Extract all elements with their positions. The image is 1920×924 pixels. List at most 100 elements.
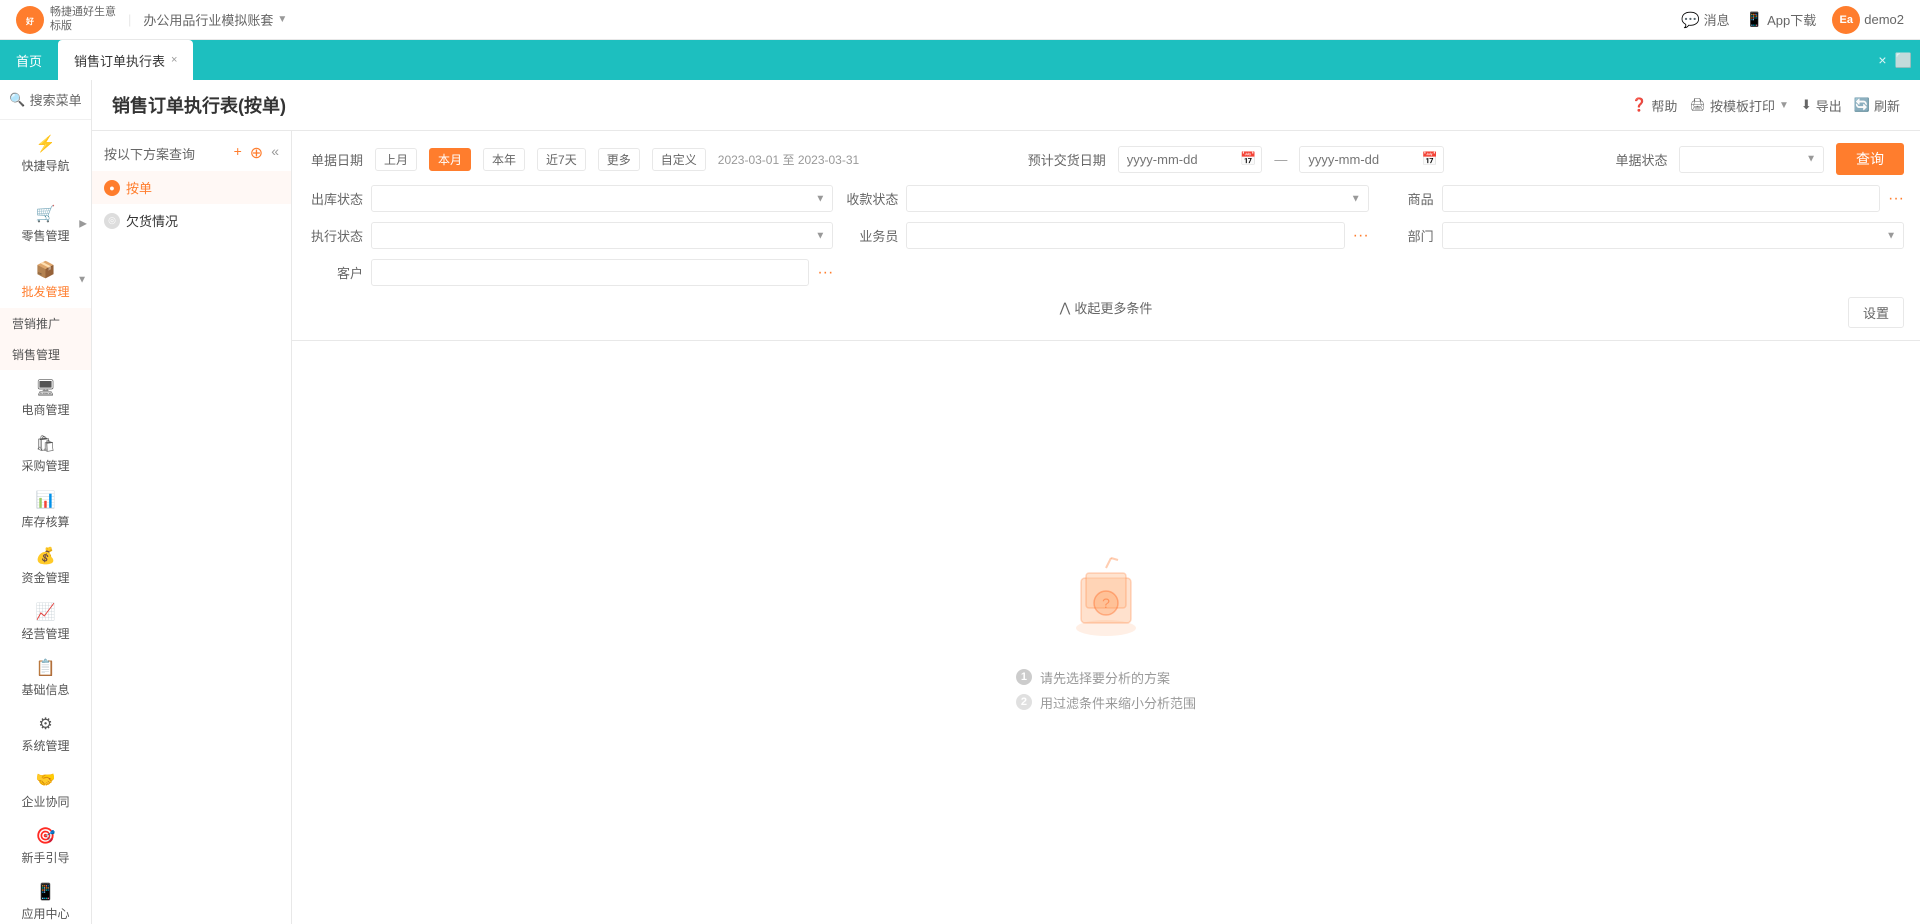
date-prev-month-button[interactable]: 上月 [375,148,417,171]
collapse-up-icon: ⋀ [1060,300,1071,316]
sidebar-item-basic[interactable]: 📋 基础信息 [0,650,91,706]
filter-dept: 部门 ▼ [1379,222,1904,249]
sidebar-item-newguide[interactable]: 🎯 新手引导 [0,818,91,874]
top-bar: 好 畅捷通好生意 标版 | 办公用品行业模拟账套 ▼ 💬 消息 📱 App下载 … [0,0,1920,40]
order-status-select[interactable] [1679,146,1824,173]
print-button[interactable]: 🖨 按模板打印 ▼ [1689,96,1788,115]
app-download-button[interactable]: 📱 App下载 [1746,10,1817,29]
filter-area: 单据日期 上月 本月 本年 近7天 更多 自定义 2023-03-01 至 20… [292,131,1920,341]
sidebar-item-quicknav[interactable]: ⚡ 快捷导航 [0,126,91,182]
order-status-wrapper: ▼ [1679,146,1824,173]
salesperson-more-button[interactable]: ··· [1353,227,1369,245]
collection-status-wrapper: ▼ [906,185,1368,212]
finance-icon: 💰 [36,546,56,566]
customer-more-button[interactable]: ··· [817,264,833,282]
date-7days-button[interactable]: 近7天 [537,148,586,171]
dept-wrapper: ▼ [1442,222,1904,249]
scheme-order-icon: ● [104,180,120,196]
sidebar-sub-wholesale: 营销推广 销售管理 [0,308,91,370]
refresh-button[interactable]: 🔄 刷新 [1854,96,1900,115]
collection-status-select[interactable] [906,185,1368,212]
filter-exec-status: 执行状态 ▼ [308,222,833,249]
date-cur-year-button[interactable]: 本年 [483,148,525,171]
svg-text:?: ? [1102,595,1110,611]
messages-button[interactable]: 💬 消息 [1681,10,1730,29]
sidebar-sub-sales[interactable]: 销售管理 [0,339,91,370]
filter-row-3: 执行状态 ▼ 业务员 ··· [308,222,1904,249]
tab-bar-right: × ⬜ [1878,52,1920,69]
page-actions: ❓ 帮助 🖨 按模板打印 ▼ ⬇ 导出 🔄 刷新 [1631,96,1900,115]
system-title[interactable]: 办公用品行业模拟账套 ▼ [143,10,287,29]
sidebar-item-ecommerce[interactable]: 🖥 电商管理 [0,370,91,426]
exec-status-wrapper: ▼ [371,222,833,249]
scheme-item-debt[interactable]: ◎ 欠货情况 [92,204,291,237]
query-button[interactable]: 查询 [1836,143,1904,175]
salesperson-input[interactable] [906,222,1344,249]
left-scheme-panel: 按以下方案查询 + ⊕ « ● 按单 ◎ [92,131,292,924]
collapse-filter-button[interactable]: ⋀ 收起更多条件 [1060,298,1153,317]
outbound-status-select[interactable] [371,185,833,212]
expected-date-start-input[interactable] [1118,146,1263,173]
filter-customer: 客户 ··· [308,259,833,286]
goods-more-button[interactable]: ··· [1888,190,1904,208]
sidebar-item-inventory[interactable]: 📊 库存核算 [0,482,91,538]
expected-date-end-input[interactable] [1299,146,1444,173]
tab-maximize-button[interactable]: ⬜ [1895,52,1912,69]
goods-input[interactable] [1442,185,1880,212]
retail-icon: 🛒 [36,204,56,224]
sidebar-sub-marketing[interactable]: 营销推广 [0,308,91,339]
tab-sales-order[interactable]: 销售订单执行表 × [58,40,193,80]
main-content: 销售订单执行表(按单) ❓ 帮助 🖨 按模板打印 ▼ ⬇ 导出 🔄 刷新 [92,80,1920,924]
filter-content-layout: 按以下方案查询 + ⊕ « ● 按单 ◎ [92,131,1920,924]
sidebar-item-wholesale[interactable]: 📦 批发管理 ▼ [0,252,91,308]
sidebar-item-enterprise[interactable]: 🤝 企业协同 [0,762,91,818]
scheme-debt-icon: ◎ [104,213,120,229]
user-menu[interactable]: Ea demo2 [1832,6,1904,34]
filter-row-1: 单据日期 上月 本月 本年 近7天 更多 自定义 2023-03-01 至 20… [308,143,1904,175]
newguide-icon: 🎯 [36,826,56,846]
sidebar-item-operations[interactable]: 📈 经营管理 [0,594,91,650]
outbound-status-wrapper: ▼ [371,185,833,212]
appcenter-icon: 📱 [36,882,56,902]
tab-home[interactable]: 首页 [0,40,58,80]
search-menu-button[interactable]: 🔍 搜索菜单 [8,90,83,109]
sidebar-item-system[interactable]: ⚙ 系统管理 [0,706,91,762]
wholesale-icon: 📦 [36,260,56,280]
inventory-icon: 📊 [36,490,56,510]
customer-input[interactable] [371,259,809,286]
help-icon: ❓ [1631,97,1647,113]
date-more-button[interactable]: 更多 [598,148,640,171]
date-cur-month-button[interactable]: 本月 [429,148,471,171]
tab-minimize-button[interactable]: × [1878,52,1886,68]
setup-button[interactable]: 设置 [1848,297,1904,328]
top-bar-right: 💬 消息 📱 App下载 Ea demo2 [1681,6,1904,34]
export-icon: ⬇ [1801,97,1812,113]
sidebar-item-purchase[interactable]: 🛍 采购管理 [0,426,91,482]
help-button[interactable]: ❓ 帮助 [1631,96,1677,115]
expected-date-start-wrapper: 📅 [1118,146,1263,173]
quicknav-icon: ⚡ [36,134,56,154]
step-1-number: 1 [1016,669,1032,685]
add-scheme-button[interactable]: + [234,143,242,163]
ecommerce-icon: 🖥 [35,378,55,398]
dept-select[interactable] [1442,222,1904,249]
empty-step-1: 1 请先选择要分析的方案 [1016,668,1196,687]
sidebar-item-appcenter[interactable]: 📱 应用中心 [0,874,91,924]
tab-close-button[interactable]: × [171,54,177,66]
sidebar-item-retail[interactable]: 🛒 零售管理 ▶ [0,196,91,252]
download-icon: 📱 [1746,11,1763,28]
scheme-item-order[interactable]: ● 按单 [92,171,291,204]
left-panel-header: 按以下方案查询 + ⊕ « [92,143,291,171]
logo-text: 畅捷通好生意 标版 [50,6,116,32]
export-button[interactable]: ⬇ 导出 [1801,96,1842,115]
filter-row-4: 客户 ··· [308,259,1904,286]
edit-scheme-button[interactable]: ⊕ [250,143,263,163]
empty-step-2: 2 用过滤条件来缩小分析范围 [1016,693,1196,712]
system-icon: ⚙ [38,714,52,734]
collapse-panel-button[interactable]: « [271,143,279,163]
date-custom-button[interactable]: 自定义 [652,148,706,171]
exec-status-select[interactable] [371,222,833,249]
collapse-icon: ▼ [77,275,87,286]
sidebar-item-finance[interactable]: 💰 资金管理 [0,538,91,594]
empty-illustration: ? [1056,548,1156,648]
